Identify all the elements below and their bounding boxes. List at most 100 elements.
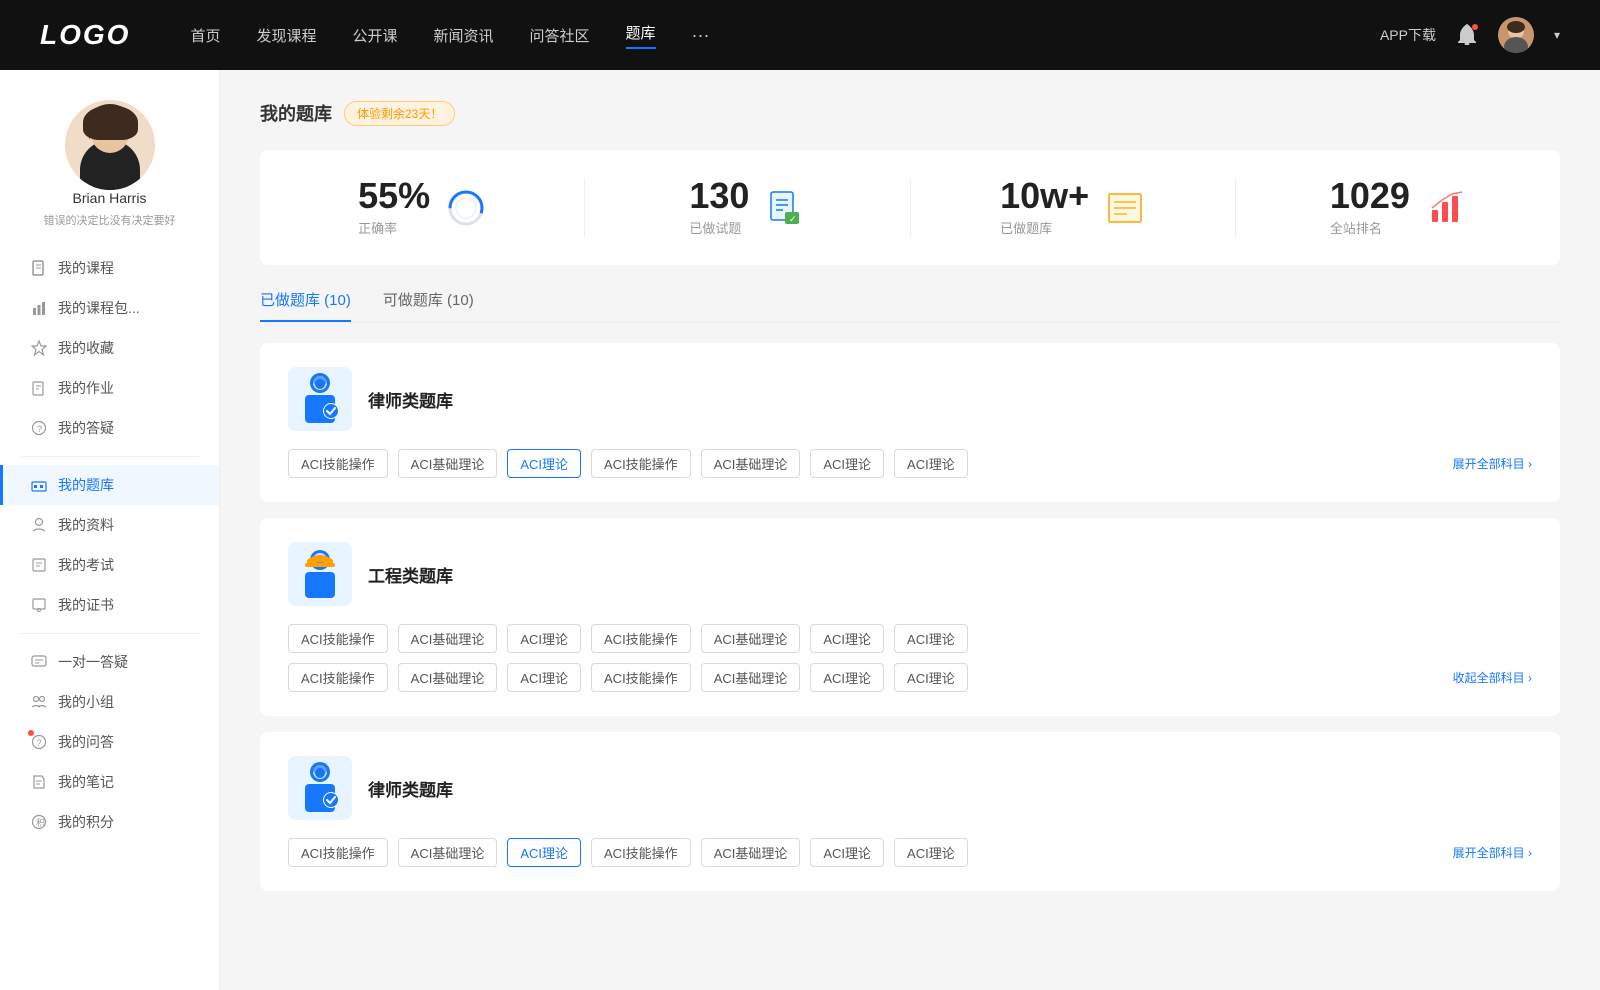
tag-1-7[interactable]: ACI理论 xyxy=(894,449,968,478)
tag-3-4[interactable]: ACI技能操作 xyxy=(591,838,691,867)
tabs-row: 已做题库 (10) 可做题库 (10) xyxy=(260,289,1560,323)
stat-done-label: 已做试题 xyxy=(689,218,749,237)
cert-icon xyxy=(30,596,48,614)
avatar-nav-image xyxy=(1498,17,1534,53)
tag-1-1[interactable]: ACI技能操作 xyxy=(288,449,388,478)
nav-discover[interactable]: 发现课程 xyxy=(256,25,316,46)
sidebar-label-points: 我的积分 xyxy=(58,812,114,832)
nav-bank[interactable]: 题库 xyxy=(626,22,656,49)
tag-1-2[interactable]: ACI基础理论 xyxy=(398,449,498,478)
sidebar-item-points[interactable]: 积 我的积分 xyxy=(0,802,219,842)
sidebar-label-cert: 我的证书 xyxy=(58,595,114,615)
tag-2-2[interactable]: ACI基础理论 xyxy=(398,624,498,653)
bank-card-lawyer-1: 律师类题库 ACI技能操作 ACI基础理论 ACI理论 ACI技能操作 ACI基… xyxy=(260,343,1560,502)
tag-1-6[interactable]: ACI理论 xyxy=(810,449,884,478)
main-layout: Brian Harris 错误的决定比没有决定要好 我的课程 我的课程包... xyxy=(0,70,1600,990)
tag-2-9[interactable]: ACI基础理论 xyxy=(398,663,498,692)
tag-3-5[interactable]: ACI基础理论 xyxy=(701,838,801,867)
sidebar-divider-2 xyxy=(20,633,199,634)
bank-tags-row2-engineer: ACI技能操作 ACI基础理论 ACI理论 ACI技能操作 ACI基础理论 AC… xyxy=(288,663,1532,692)
sidebar-item-cert[interactable]: 我的证书 xyxy=(0,585,219,625)
sidebar-item-profile[interactable]: 我的资料 xyxy=(0,505,219,545)
bank-card-engineer: 工程类题库 ACI技能操作 ACI基础理论 ACI理论 ACI技能操作 ACI基… xyxy=(260,518,1560,716)
sidebar-item-exam[interactable]: 我的考试 xyxy=(0,545,219,585)
tag-2-10[interactable]: ACI理论 xyxy=(507,663,581,692)
user-avatar-nav[interactable] xyxy=(1498,17,1534,53)
tag-2-6[interactable]: ACI理论 xyxy=(810,624,884,653)
sidebar-item-my-course[interactable]: 我的课程 xyxy=(0,248,219,288)
logo[interactable]: LOGO xyxy=(40,19,130,51)
tag-3-2[interactable]: ACI基础理论 xyxy=(398,838,498,867)
collapse-link[interactable]: 收起全部科目 › xyxy=(1453,669,1532,686)
nav-news[interactable]: 新闻资讯 xyxy=(434,25,494,46)
avatar-hair xyxy=(83,105,138,140)
tag-3-3[interactable]: ACI理论 xyxy=(507,838,581,867)
expand-link-3[interactable]: 展开全部科目 › xyxy=(1453,844,1532,861)
user-menu-chevron[interactable]: ▾ xyxy=(1554,28,1560,42)
stat-done-banks: 10w+ 已做题库 xyxy=(911,178,1236,237)
tag-2-13[interactable]: ACI理论 xyxy=(810,663,884,692)
engineer-bank-icon xyxy=(288,542,352,606)
tag-3-7[interactable]: ACI理论 xyxy=(894,838,968,867)
tag-2-14[interactable]: ACI理论 xyxy=(894,663,968,692)
stat-accuracy-label: 正确率 xyxy=(358,218,430,237)
list-icon xyxy=(1105,188,1145,228)
pie-chart-icon xyxy=(446,188,486,228)
sidebar-divider-1 xyxy=(20,456,199,457)
nav-menu: 首页 发现课程 公开课 新闻资讯 问答社区 题库 ··· xyxy=(190,22,1380,49)
sidebar-menu: 我的课程 我的课程包... 我的收藏 我的作业 xyxy=(0,248,219,842)
svg-text:积: 积 xyxy=(36,817,45,828)
expand-link-1[interactable]: 展开全部科目 › xyxy=(1453,455,1532,472)
sidebar-item-homework[interactable]: 我的作业 xyxy=(0,368,219,408)
tag-2-3[interactable]: ACI理论 xyxy=(507,624,581,653)
points-icon: 积 xyxy=(30,813,48,831)
stat-done-banks-number: 10w+ xyxy=(1000,178,1089,214)
sidebar-label-qa: 我的问答 xyxy=(58,732,114,752)
tag-2-12[interactable]: ACI基础理论 xyxy=(701,663,801,692)
sidebar-item-favorites[interactable]: 我的收藏 xyxy=(0,328,219,368)
tag-2-5[interactable]: ACI基础理论 xyxy=(701,624,801,653)
nav-more[interactable]: ··· xyxy=(692,25,710,46)
sidebar-label-1on1: 一对一答疑 xyxy=(58,652,128,672)
main-content: 我的题库 体验剩余23天！ 55% 正确率 xyxy=(220,70,1600,990)
sidebar-item-1on1[interactable]: 一对一答疑 xyxy=(0,642,219,682)
tab-available-banks[interactable]: 可做题库 (10) xyxy=(383,289,474,322)
stat-done-questions-text: 130 已做试题 xyxy=(689,178,749,237)
notification-bell[interactable] xyxy=(1456,24,1478,46)
lawyer-figure-svg-2 xyxy=(295,760,345,816)
star-icon xyxy=(30,339,48,357)
sidebar-label-group: 我的小组 xyxy=(58,692,114,712)
app-download-button[interactable]: APP下载 xyxy=(1380,25,1436,45)
tag-2-4[interactable]: ACI技能操作 xyxy=(591,624,691,653)
tag-3-6[interactable]: ACI理论 xyxy=(810,838,884,867)
tag-3-1[interactable]: ACI技能操作 xyxy=(288,838,388,867)
sidebar-label-profile: 我的资料 xyxy=(58,515,114,535)
nav-open-course[interactable]: 公开课 xyxy=(352,25,397,46)
nav-qa[interactable]: 问答社区 xyxy=(530,25,590,46)
sidebar-item-questions[interactable]: ? 我的答疑 xyxy=(0,408,219,448)
edit-icon xyxy=(30,379,48,397)
sidebar-item-qa-posts[interactable]: ? 我的问答 xyxy=(0,722,219,762)
chat-icon xyxy=(30,653,48,671)
sidebar-item-course-package[interactable]: 我的课程包... xyxy=(0,288,219,328)
nav-home[interactable]: 首页 xyxy=(190,25,220,46)
tag-2-7[interactable]: ACI理论 xyxy=(894,624,968,653)
tag-1-3[interactable]: ACI理论 xyxy=(507,449,581,478)
lawyer-figure-svg xyxy=(295,371,345,427)
lawyer-bank-icon-1 xyxy=(288,367,352,431)
sidebar-item-bank[interactable]: 我的题库 xyxy=(0,465,219,505)
sidebar-item-notes[interactable]: 我的笔记 xyxy=(0,762,219,802)
sidebar-label-questions: 我的答疑 xyxy=(58,418,114,438)
tag-2-11[interactable]: ACI技能操作 xyxy=(591,663,691,692)
tag-2-1[interactable]: ACI技能操作 xyxy=(288,624,388,653)
bank-card-header-3: 律师类题库 xyxy=(288,756,1532,820)
tag-2-8[interactable]: ACI技能操作 xyxy=(288,663,388,692)
stat-rank-number: 1029 xyxy=(1330,178,1410,214)
tag-1-5[interactable]: ACI基础理论 xyxy=(701,449,801,478)
bank-tags-row1-lawyer-2: ACI技能操作 ACI基础理论 ACI理论 ACI技能操作 ACI基础理论 AC… xyxy=(288,838,968,867)
sidebar: Brian Harris 错误的决定比没有决定要好 我的课程 我的课程包... xyxy=(0,70,220,990)
tab-done-banks[interactable]: 已做题库 (10) xyxy=(260,289,351,322)
tag-1-4[interactable]: ACI技能操作 xyxy=(591,449,691,478)
sidebar-item-group[interactable]: 我的小组 xyxy=(0,682,219,722)
stats-row: 55% 正确率 130 已做试题 xyxy=(260,150,1560,265)
